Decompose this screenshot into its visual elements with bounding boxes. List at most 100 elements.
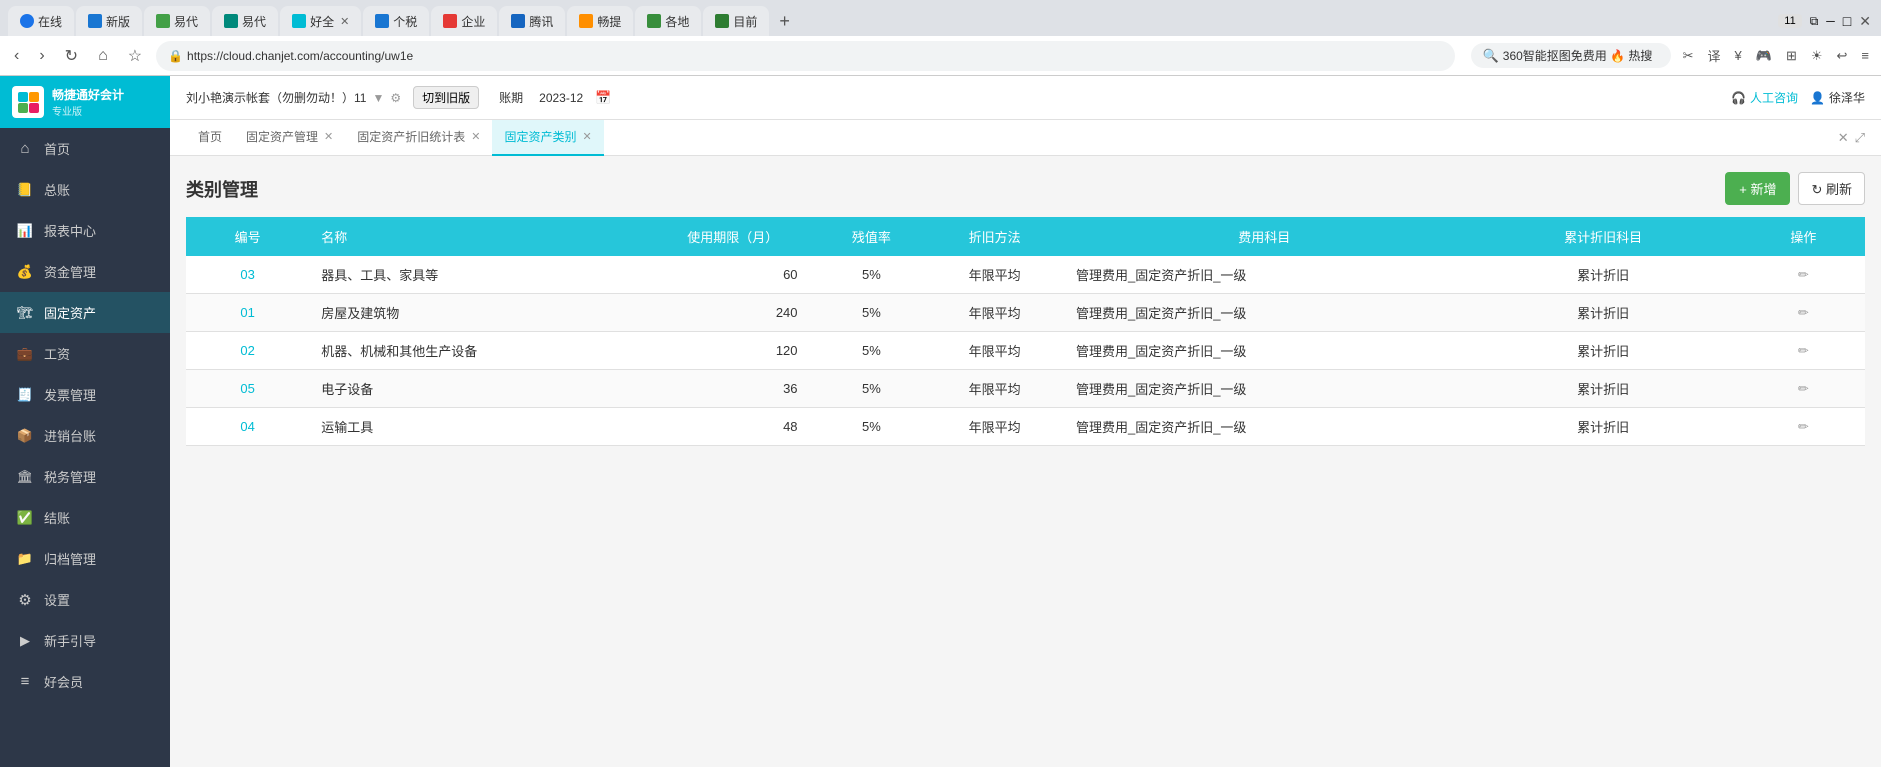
calendar-icon[interactable]: 📅 — [595, 90, 611, 106]
cell-action-1[interactable]: ✏ — [1742, 294, 1865, 332]
sidebar-item-fixed-assets[interactable]: 固定资产 — [0, 292, 170, 333]
logo-svg — [16, 90, 40, 114]
tab-category-close[interactable]: ✕ — [583, 130, 592, 143]
sidebar-label-archive: 归档管理 — [44, 549, 154, 568]
home-button[interactable]: ⌂ — [92, 45, 114, 67]
close-tab-icon[interactable]: ✕ — [1838, 130, 1849, 146]
brightness-icon[interactable]: ☀ — [1807, 46, 1827, 66]
dropdown-icon: ▼ — [372, 91, 384, 105]
tab-fixed-mgmt-close[interactable]: ✕ — [324, 130, 333, 143]
table-header-row: 编号 名称 使用期限（月） 残值率 折旧方法 费用科目 累计折旧科目 操作 — [186, 217, 1865, 256]
cell-action-0[interactable]: ✏ — [1742, 256, 1865, 294]
sidebar-item-archive[interactable]: 归档管理 — [0, 538, 170, 579]
cell-months-2: 120 — [648, 332, 817, 370]
headset-icon: 🎧 — [1731, 91, 1746, 105]
page-tabs: 首页 固定资产管理 ✕ 固定资产折旧统计表 ✕ 固定资产类别 ✕ ✕ ⤢ — [170, 120, 1881, 156]
sidebar-item-more[interactable]: 好会员 — [0, 661, 170, 702]
tab-label-1: 在线 — [38, 13, 62, 30]
sidebar-item-fund[interactable]: 资金管理 — [0, 251, 170, 292]
browser-tab-8[interactable]: 腾讯 — [499, 6, 565, 36]
sidebar-item-settings[interactable]: 设置 — [0, 579, 170, 620]
service-button[interactable]: 🎧 人工咨询 — [1731, 89, 1798, 106]
forward-button[interactable]: › — [33, 45, 50, 67]
sidebar-item-tax[interactable]: 税务管理 — [0, 456, 170, 497]
new-window-icon[interactable]: ⧉ — [1810, 14, 1819, 29]
browser-tab-5[interactable]: 好全 ✕ — [280, 6, 361, 36]
period-label: 账期 — [499, 89, 523, 106]
sidebar-item-settle[interactable]: 结账 — [0, 497, 170, 538]
edit-icon-2[interactable]: ✏ — [1798, 343, 1809, 358]
tab-depreciation-close[interactable]: ✕ — [471, 130, 480, 143]
sidebar-item-guide[interactable]: 新手引导 — [0, 620, 170, 661]
sidebar-item-invoice[interactable]: 发票管理 — [0, 374, 170, 415]
browser-tab-9[interactable]: 畅提 — [567, 6, 633, 36]
browser-tab-6[interactable]: 个税 — [363, 6, 429, 36]
browser-tab-4[interactable]: 易代 — [212, 6, 278, 36]
sidebar-item-home[interactable]: 首页 — [0, 128, 170, 169]
sidebar-label-salary: 工资 — [44, 344, 154, 363]
sidebar-item-ledger[interactable]: 总账 — [0, 169, 170, 210]
coin-icon[interactable]: ¥ — [1731, 46, 1746, 65]
close-icon[interactable]: ✕ — [1859, 13, 1871, 30]
reload-button[interactable]: ↻ — [59, 44, 84, 68]
maximize-tab-icon[interactable]: ⤢ — [1855, 130, 1865, 146]
edit-icon-3[interactable]: ✏ — [1798, 381, 1809, 396]
cell-code-4: 04 — [186, 408, 309, 446]
sidebar-nav: 首页 总账 报表中心 资金管理 固定资产 工资 — [0, 128, 170, 767]
cell-months-3: 36 — [648, 370, 817, 408]
tab-label-3: 易代 — [174, 13, 198, 30]
maximize-icon[interactable]: □ — [1843, 13, 1851, 29]
gear-button[interactable]: ⚙ — [390, 91, 401, 105]
translate-icon[interactable]: 译 — [1704, 44, 1725, 67]
game-icon[interactable]: 🎮 — [1752, 46, 1776, 66]
cell-action-2[interactable]: ✏ — [1742, 332, 1865, 370]
scissors-icon[interactable]: ✂ — [1679, 46, 1698, 66]
cell-residual-2: 5% — [818, 332, 926, 370]
tab-bar-right: 11 ⧉ ─ □ ✕ — [1778, 13, 1881, 30]
tab-depreciation-table[interactable]: 固定资产折旧统计表 ✕ — [345, 120, 492, 156]
tab-close-5[interactable]: ✕ — [340, 15, 349, 28]
back-button[interactable]: ‹ — [8, 45, 25, 67]
bookmark-button[interactable]: ☆ — [122, 44, 148, 68]
browser-tab-11[interactable]: 目前 — [703, 6, 769, 36]
salary-icon — [16, 345, 34, 363]
undo-icon[interactable]: ↩ — [1833, 46, 1852, 66]
tab-count-badge: 11 — [1778, 14, 1801, 28]
tab-asset-category[interactable]: 固定资产类别 ✕ — [492, 120, 603, 156]
browser-tab-7[interactable]: 企业 — [431, 6, 497, 36]
refresh-button[interactable]: ↻ 刷新 — [1798, 172, 1865, 205]
grid-icon[interactable]: ⊞ — [1782, 46, 1801, 66]
edit-icon-0[interactable]: ✏ — [1798, 267, 1809, 282]
url-bar[interactable]: 🔒 https://cloud.chanjet.com/accounting/u… — [156, 41, 1455, 71]
browser-tab-10[interactable]: 各地 — [635, 6, 701, 36]
switch-version-button[interactable]: 切到旧版 — [413, 86, 479, 109]
cell-months-1: 240 — [648, 294, 817, 332]
table-body: 03 器具、工具、家具等 60 5% 年限平均 管理费用_固定资产折旧_一级 累… — [186, 256, 1865, 446]
sidebar-item-salary[interactable]: 工资 — [0, 333, 170, 374]
cell-name-1: 房屋及建筑物 — [309, 294, 648, 332]
tab-label-5: 好全 — [310, 13, 334, 30]
browser-tab-1[interactable]: 在线 — [8, 6, 74, 36]
tab-home[interactable]: 首页 — [186, 120, 234, 156]
edit-icon-4[interactable]: ✏ — [1798, 419, 1809, 434]
browser-tab-3[interactable]: 易代 — [144, 6, 210, 36]
menu-icon[interactable]: ≡ — [1857, 46, 1873, 65]
cell-action-3[interactable]: ✏ — [1742, 370, 1865, 408]
account-info: 刘小艳演示帐套（勿删勿动！）11 ▼ ⚙ — [186, 89, 401, 106]
col-header-expense: 费用科目 — [1064, 217, 1464, 256]
app-header: 刘小艳演示帐套（勿删勿动！）11 ▼ ⚙ 切到旧版 账期 2023-12 📅 🎧… — [170, 76, 1881, 120]
cell-method-0: 年限平均 — [925, 256, 1064, 294]
sidebar-item-inout[interactable]: 进销台账 — [0, 415, 170, 456]
cell-action-4[interactable]: ✏ — [1742, 408, 1865, 446]
settle-icon — [16, 509, 34, 527]
minimize-icon[interactable]: ─ — [1826, 14, 1835, 28]
new-tab-button[interactable]: + — [771, 11, 798, 32]
add-button[interactable]: + 新增 — [1725, 172, 1790, 205]
browser-tab-2[interactable]: 新版 — [76, 6, 142, 36]
edit-icon-1[interactable]: ✏ — [1798, 305, 1809, 320]
tax-icon — [16, 468, 34, 486]
tab-fixed-assets-mgmt[interactable]: 固定资产管理 ✕ — [234, 120, 345, 156]
sidebar-item-report[interactable]: 报表中心 — [0, 210, 170, 251]
cell-accumulated-2: 累计折旧 — [1464, 332, 1741, 370]
sidebar-label-invoice: 发票管理 — [44, 385, 154, 404]
